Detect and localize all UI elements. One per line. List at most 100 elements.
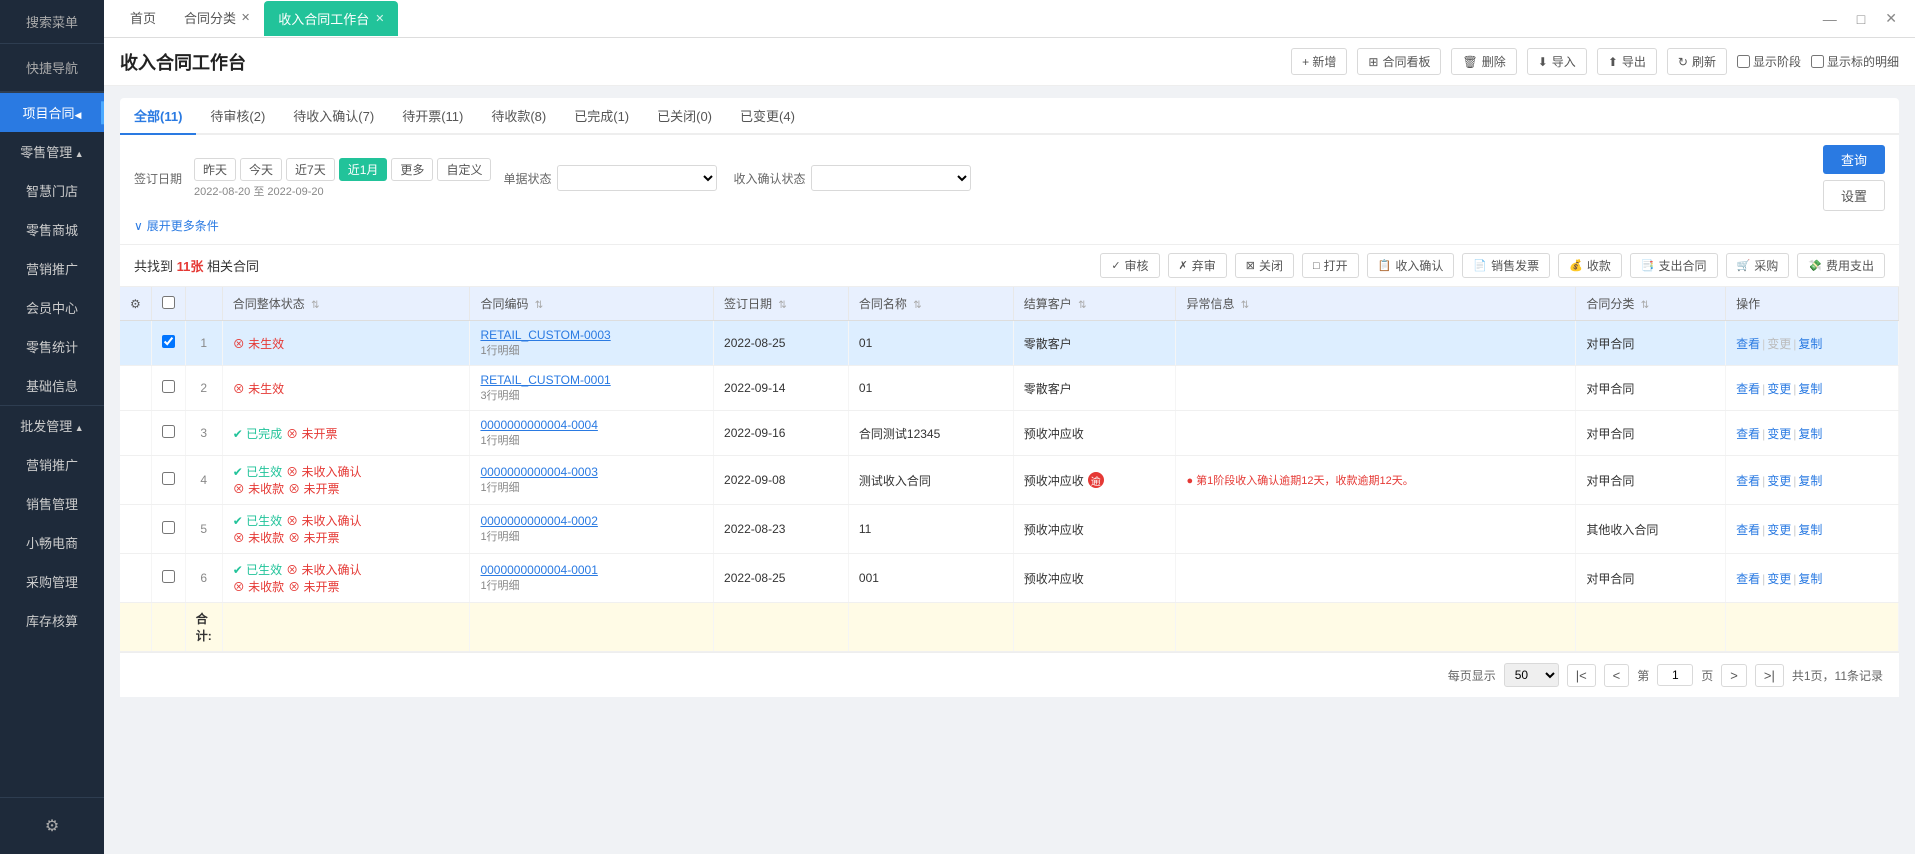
op-复制[interactable]: 复制 (1798, 523, 1822, 537)
sidebar-search[interactable]: 搜索菜单 (0, 0, 104, 44)
op-复制[interactable]: 复制 (1798, 474, 1822, 488)
date-btn-today[interactable]: 今天 (240, 158, 282, 181)
filter-tab-completed[interactable]: 已完成(1) (560, 98, 643, 135)
contract-code-link[interactable]: 0000000000004-0001 (480, 563, 597, 577)
filter-tab-changed[interactable]: 已变更(4) (726, 98, 809, 135)
show-details-checkbox[interactable] (1811, 55, 1824, 68)
prev-page-btn[interactable]: < (1604, 664, 1630, 687)
sidebar-item-project[interactable]: 项目合同◀ (0, 93, 104, 132)
tab-income-workbench[interactable]: 收入合同工作台 ✕ (264, 1, 398, 36)
filter-setting-button[interactable]: 设置 (1823, 180, 1885, 211)
op-查看[interactable]: 查看 (1736, 337, 1760, 351)
sidebar-item-wholesale-mgmt[interactable]: 批发管理 ▲ (0, 406, 104, 445)
sidebar-item-inventory[interactable]: 库存核算 (0, 601, 104, 640)
query-button[interactable]: 查询 (1823, 145, 1885, 174)
action-btn-income-confirm[interactable]: 📋 收入确认 (1367, 253, 1455, 278)
row-checkbox[interactable] (162, 521, 175, 534)
th-gear[interactable]: ⚙ (120, 287, 151, 321)
action-btn-purchase[interactable]: 🛒 采购 (1726, 253, 1790, 278)
sidebar-item-member[interactable]: 会员中心 (0, 288, 104, 327)
contract-code-link[interactable]: 0000000000004-0004 (480, 418, 597, 432)
sidebar-item-retail-mall[interactable]: 零售商城 (0, 210, 104, 249)
add-button[interactable]: + 新增 (1291, 48, 1347, 75)
action-btn-close[interactable]: ⊠ 关闭 (1235, 253, 1294, 278)
tab-contract-cat[interactable]: 合同分类 ✕ (170, 0, 264, 37)
op-变更[interactable]: 变更 (1767, 523, 1791, 537)
date-btn-yesterday[interactable]: 昨天 (194, 158, 236, 181)
income-confirm-select[interactable] (811, 165, 971, 191)
contract-board-button[interactable]: ⊞ 合同看板 (1357, 48, 1441, 75)
row-checkbox[interactable] (162, 472, 175, 485)
action-btn-receive[interactable]: 💰 收款 (1558, 253, 1622, 278)
win-maximize-btn[interactable]: □ (1851, 9, 1871, 29)
contract-code-link[interactable]: RETAIL_CUSTOM-0001 (480, 373, 610, 387)
th-customer[interactable]: 结算客户 ⇅ (1013, 287, 1176, 321)
date-btn-more[interactable]: 更多 (391, 158, 433, 181)
action-btn-expense[interactable]: 💸 费用支出 (1797, 253, 1885, 278)
action-btn-abandon[interactable]: ✗ 弃审 (1168, 253, 1227, 278)
th-status[interactable]: 合同整体状态 ⇅ (222, 287, 470, 321)
op-复制[interactable]: 复制 (1798, 382, 1822, 396)
next-page-btn[interactable]: > (1721, 664, 1747, 687)
sidebar-item-purchase-mgmt[interactable]: 采购管理 (0, 562, 104, 601)
action-btn-review[interactable]: ✓ 审核 (1100, 253, 1159, 278)
sidebar-settings-icon[interactable]: ⚙ (0, 808, 104, 844)
show-fields-checkbox[interactable] (1737, 55, 1750, 68)
win-close-btn[interactable]: ✕ (1879, 8, 1903, 29)
op-查看[interactable]: 查看 (1736, 427, 1760, 441)
th-error[interactable]: 异常信息 ⇅ (1176, 287, 1576, 321)
import-button[interactable]: ⬇ 导入 (1527, 48, 1587, 75)
refresh-button[interactable]: ↻ 刷新 (1667, 48, 1727, 75)
th-code[interactable]: 合同编码 ⇅ (470, 287, 714, 321)
th-checkbox[interactable] (151, 287, 185, 321)
expand-more-btn[interactable]: ∨ 展开更多条件 (134, 217, 1885, 234)
op-查看[interactable]: 查看 (1736, 382, 1760, 396)
op-变更[interactable]: 变更 (1767, 427, 1791, 441)
sidebar-item-marketing[interactable]: 营销推广 (0, 249, 104, 288)
row-checkbox[interactable] (162, 425, 175, 438)
sidebar-item-retail-mgmt[interactable]: 零售管理 ▲ (0, 132, 104, 171)
sidebar-item-xiaochang[interactable]: 小畅电商 (0, 523, 104, 562)
sidebar-item-marketing2[interactable]: 营销推广 (0, 445, 104, 484)
page-input[interactable] (1657, 664, 1693, 686)
filter-tab-all[interactable]: 全部(11) (120, 98, 196, 135)
op-变更[interactable]: 变更 (1767, 382, 1791, 396)
filter-tab-pending-review[interactable]: 待审核(2) (196, 98, 279, 135)
op-变更[interactable]: 变更 (1767, 474, 1791, 488)
op-查看[interactable]: 查看 (1736, 572, 1760, 586)
row-checkbox[interactable] (162, 335, 175, 348)
op-复制[interactable]: 复制 (1798, 427, 1822, 441)
sidebar-item-smart-store[interactable]: 智慧门店 (0, 171, 104, 210)
sidebar-item-retail-stats[interactable]: 零售统计 (0, 327, 104, 366)
op-复制[interactable]: 复制 (1798, 337, 1822, 351)
date-btn-week7[interactable]: 近7天 (286, 158, 335, 181)
filter-tab-pending-confirm[interactable]: 待收入确认(7) (279, 98, 388, 135)
action-btn-out-contract[interactable]: 📑 支出合同 (1630, 253, 1718, 278)
last-page-btn[interactable]: >| (1755, 664, 1784, 687)
op-查看[interactable]: 查看 (1736, 523, 1760, 537)
win-minimize-btn[interactable]: — (1817, 9, 1843, 29)
export-button[interactable]: ⬆ 导出 (1597, 48, 1657, 75)
tab-income-workbench-close[interactable]: ✕ (375, 12, 384, 25)
contract-code-link[interactable]: 0000000000004-0003 (480, 465, 597, 479)
th-name[interactable]: 合同名称 ⇅ (848, 287, 1013, 321)
delete-button[interactable]: 🗑 删除 (1451, 48, 1516, 75)
contract-code-link[interactable]: 0000000000004-0002 (480, 514, 597, 528)
th-category[interactable]: 合同分类 ⇅ (1576, 287, 1726, 321)
page-size-select[interactable]: 50 20 100 (1504, 663, 1559, 687)
date-btn-custom[interactable]: 自定义 (437, 158, 491, 181)
op-复制[interactable]: 复制 (1798, 572, 1822, 586)
filter-tab-pending-invoice[interactable]: 待开票(11) (388, 98, 477, 135)
op-查看[interactable]: 查看 (1736, 474, 1760, 488)
sidebar-quick-nav[interactable]: 快捷导航 (0, 52, 104, 83)
select-all-checkbox[interactable] (162, 296, 175, 309)
tab-home[interactable]: 首页 (116, 0, 170, 37)
row-checkbox[interactable] (162, 380, 175, 393)
op-变更[interactable]: 变更 (1767, 572, 1791, 586)
date-btn-month1[interactable]: 近1月 (339, 158, 388, 181)
th-sign-date[interactable]: 签订日期 ⇅ (714, 287, 849, 321)
doc-status-select[interactable] (557, 165, 717, 191)
filter-tab-pending-payment[interactable]: 待收款(8) (477, 98, 560, 135)
contract-code-link[interactable]: RETAIL_CUSTOM-0003 (480, 328, 610, 342)
action-btn-sales-invoice[interactable]: 📄 销售发票 (1462, 253, 1550, 278)
